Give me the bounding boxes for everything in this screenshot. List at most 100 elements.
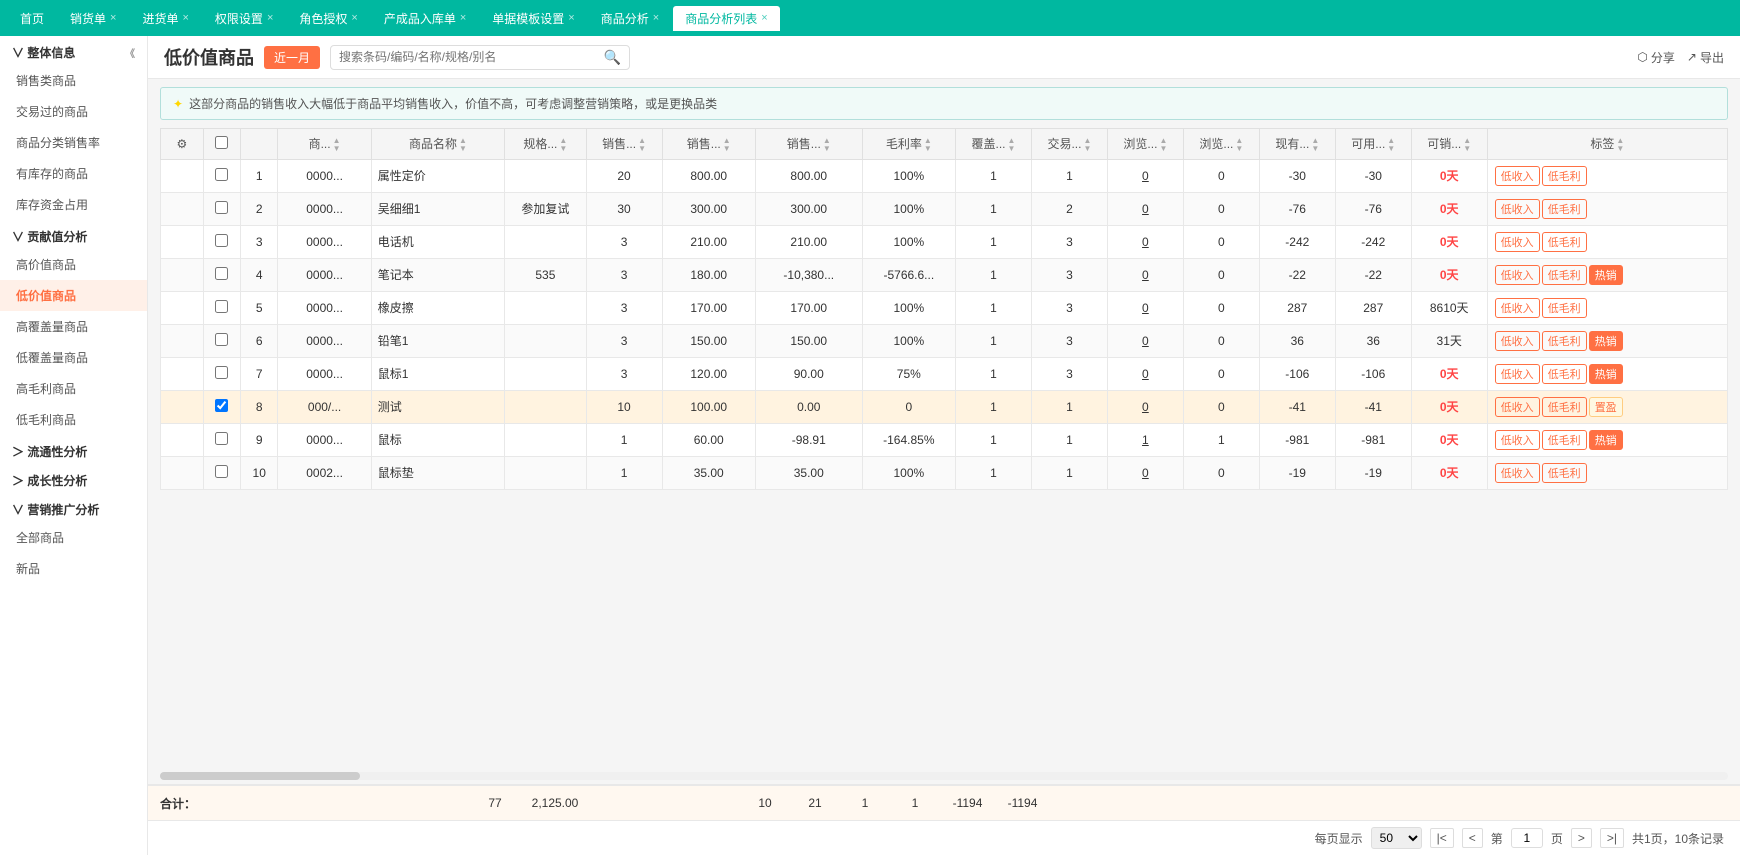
sidebar-group-marketing[interactable]: ∨ 营销推广分析 <box>0 493 147 522</box>
td-browse1[interactable]: 0 <box>1107 390 1183 423</box>
row-checkbox[interactable] <box>215 168 228 181</box>
td-browse1[interactable]: 0 <box>1107 357 1183 390</box>
td-browse1[interactable]: 0 <box>1107 456 1183 489</box>
row-checkbox[interactable] <box>215 465 228 478</box>
th-code[interactable]: 商...▲▼ <box>278 129 371 160</box>
th-name[interactable]: 商品名称▲▼ <box>371 129 504 160</box>
sidebar-item-low-margin[interactable]: 低毛利商品 <box>0 404 147 435</box>
browse1-link[interactable]: 0 <box>1142 268 1149 282</box>
td-browse1[interactable]: 0 <box>1107 258 1183 291</box>
sidebar-group-overall[interactable]: ∨ 整体信息 《 <box>0 36 147 65</box>
row-checkbox[interactable] <box>215 201 228 214</box>
next-page-button[interactable]: > <box>1571 828 1592 848</box>
browse1-link[interactable]: 0 <box>1142 466 1149 480</box>
scrollbar-thumb[interactable] <box>160 772 360 780</box>
nav-product-inbound[interactable]: 产成品入库单 × <box>372 6 478 31</box>
th-current-stock[interactable]: 现有...▲▼ <box>1259 129 1335 160</box>
export-button[interactable]: ↗ 导出 <box>1687 49 1724 66</box>
th-tags[interactable]: 标签▲▼ <box>1487 129 1727 160</box>
th-transaction[interactable]: 交易...▲▼ <box>1031 129 1107 160</box>
close-role-auth-icon[interactable]: × <box>351 12 357 24</box>
td-browse1[interactable]: 0 <box>1107 291 1183 324</box>
browse1-link[interactable]: 0 <box>1142 400 1149 414</box>
nav-purchase-order[interactable]: 进货单 × <box>130 6 200 31</box>
th-sales-price[interactable]: 销售...▲▼ <box>662 129 755 160</box>
th-coverage[interactable]: 覆盖...▲▼ <box>956 129 1032 160</box>
select-all-checkbox[interactable] <box>215 136 228 149</box>
search-icon[interactable]: 🔍 <box>604 49 621 66</box>
page-number-input[interactable] <box>1511 828 1543 848</box>
nav-role-auth[interactable]: 角色授权 × <box>287 6 369 31</box>
td-checkbox[interactable] <box>203 291 240 324</box>
row-checkbox[interactable] <box>215 399 228 412</box>
td-checkbox[interactable] <box>203 456 240 489</box>
row-checkbox[interactable] <box>215 234 228 247</box>
th-gear[interactable]: ⚙ <box>161 129 204 160</box>
sidebar-item-stock-capital[interactable]: 库存资金占用 <box>0 189 147 220</box>
row-checkbox[interactable] <box>215 267 228 280</box>
sidebar-item-low-coverage[interactable]: 低覆盖量商品 <box>0 342 147 373</box>
sidebar-item-all-products[interactable]: 全部商品 <box>0 522 147 553</box>
search-input[interactable] <box>339 50 604 64</box>
td-checkbox[interactable] <box>203 192 240 225</box>
td-checkbox[interactable] <box>203 225 240 258</box>
close-product-analysis-list-icon[interactable]: × <box>761 12 767 24</box>
close-product-inbound-icon[interactable]: × <box>460 12 466 24</box>
th-browse2[interactable]: 浏览...▲▼ <box>1183 129 1259 160</box>
close-purchase-order-icon[interactable]: × <box>182 12 188 24</box>
sidebar-group-circulation[interactable]: ＞ 流通性分析 <box>0 435 147 464</box>
th-sales-amount[interactable]: 销售...▲▼ <box>755 129 862 160</box>
td-browse1[interactable]: 0 <box>1107 159 1183 192</box>
close-product-analysis-icon[interactable]: × <box>653 12 659 24</box>
row-checkbox[interactable] <box>215 333 228 346</box>
nav-sales-order[interactable]: 销货单 × <box>58 6 128 31</box>
prev-page-button[interactable]: < <box>1462 828 1483 848</box>
sidebar-group-growth[interactable]: ＞ 成长性分析 <box>0 464 147 493</box>
sidebar-item-traded-products[interactable]: 交易过的商品 <box>0 96 147 127</box>
sidebar-item-high-margin[interactable]: 高毛利商品 <box>0 373 147 404</box>
close-permissions-icon[interactable]: × <box>267 12 273 24</box>
nav-permissions[interactable]: 权限设置 × <box>203 6 285 31</box>
td-checkbox[interactable] <box>203 390 240 423</box>
td-browse1[interactable]: 1 <box>1107 423 1183 456</box>
nav-template-settings[interactable]: 单据模板设置 × <box>480 6 586 31</box>
row-checkbox[interactable] <box>215 432 228 445</box>
browse1-link[interactable]: 1 <box>1142 433 1149 447</box>
sidebar-item-sales-products[interactable]: 销售类商品 <box>0 65 147 96</box>
th-spec[interactable]: 规格...▲▼ <box>505 129 586 160</box>
settings-icon[interactable]: ⚙ <box>176 137 187 151</box>
sidebar-item-stock-products[interactable]: 有库存的商品 <box>0 158 147 189</box>
th-sellable[interactable]: 可销...▲▼ <box>1411 129 1487 160</box>
sidebar-item-new-products[interactable]: 新品 <box>0 553 147 584</box>
sidebar-item-category-sales-rate[interactable]: 商品分类销售率 <box>0 127 147 158</box>
browse1-link[interactable]: 0 <box>1142 334 1149 348</box>
sidebar-item-low-value[interactable]: 低价值商品 <box>0 280 147 311</box>
td-browse1[interactable]: 0 <box>1107 192 1183 225</box>
last-page-button[interactable]: >| <box>1600 828 1624 848</box>
sidebar-group-contribution[interactable]: ∨ 贡献值分析 <box>0 220 147 249</box>
td-browse1[interactable]: 0 <box>1107 324 1183 357</box>
th-gross-margin[interactable]: 毛利率▲▼ <box>862 129 955 160</box>
per-page-select[interactable]: 50 100 <box>1371 827 1422 849</box>
td-checkbox[interactable] <box>203 258 240 291</box>
close-sales-order-icon[interactable]: × <box>110 12 116 24</box>
browse1-link[interactable]: 0 <box>1142 202 1149 216</box>
row-checkbox[interactable] <box>215 300 228 313</box>
share-button[interactable]: ⬡ 分享 <box>1637 49 1675 66</box>
horizontal-scrollbar[interactable] <box>160 772 1728 780</box>
th-available[interactable]: 可用...▲▼ <box>1335 129 1411 160</box>
filter-recent-month-button[interactable]: 近一月 <box>264 46 320 69</box>
td-checkbox[interactable] <box>203 159 240 192</box>
close-template-settings-icon[interactable]: × <box>568 12 574 24</box>
td-checkbox[interactable] <box>203 423 240 456</box>
row-checkbox[interactable] <box>215 366 228 379</box>
browse1-link[interactable]: 0 <box>1142 235 1149 249</box>
first-page-button[interactable]: |< <box>1430 828 1454 848</box>
td-browse1[interactable]: 0 <box>1107 225 1183 258</box>
nav-product-analysis[interactable]: 商品分析 × <box>589 6 671 31</box>
sidebar-item-high-coverage[interactable]: 高覆盖量商品 <box>0 311 147 342</box>
td-checkbox[interactable] <box>203 357 240 390</box>
browse1-link[interactable]: 0 <box>1142 169 1149 183</box>
nav-home[interactable]: 首页 <box>8 6 56 31</box>
th-browse1[interactable]: 浏览...▲▼ <box>1107 129 1183 160</box>
